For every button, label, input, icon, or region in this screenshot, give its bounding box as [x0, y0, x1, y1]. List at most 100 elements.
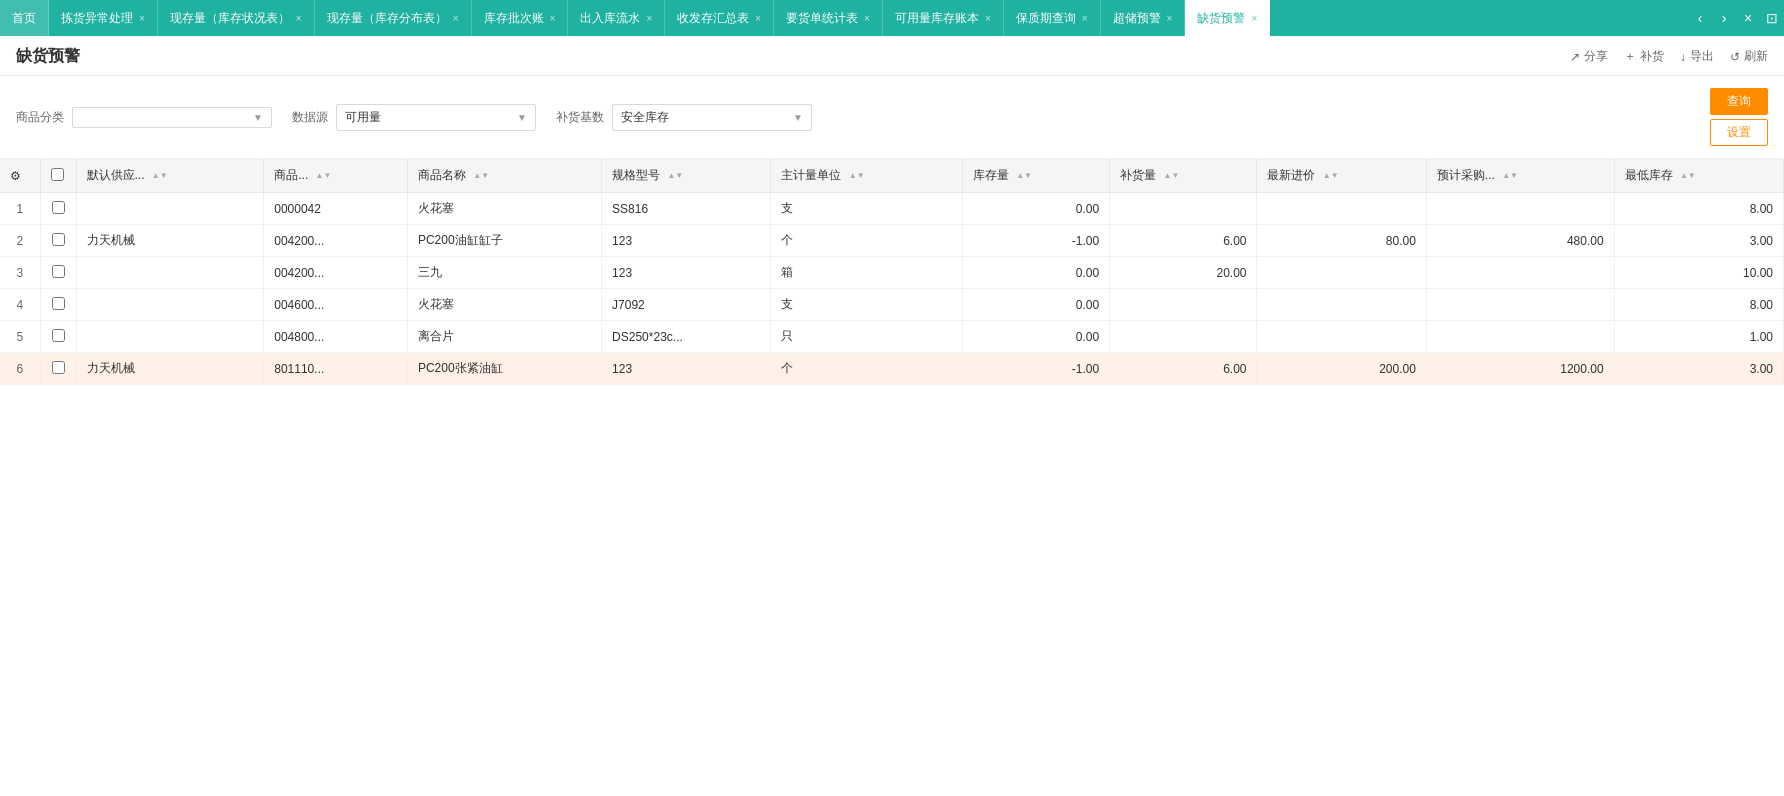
table-container: ⚙ 默认供应... ▲▼ 商品... ▲▼ 商品名称 [0, 159, 1784, 385]
tab-home[interactable]: 首页 [0, 0, 49, 36]
col-spec: 规格型号 ▲▼ [602, 159, 771, 193]
export-btn[interactable]: ↓ 导出 [1680, 48, 1714, 65]
tab-inventory-dist-close[interactable]: × [453, 13, 459, 24]
sort-icon-replenish-qty[interactable]: ▲▼ [1164, 171, 1180, 180]
row-latest-price-4 [1257, 321, 1426, 353]
row-check-input-5[interactable] [52, 361, 65, 374]
tab-bar: 首页 拣货异常处理 × 现存量（库存状况表） × 现存量（库存分布表） × 库存… [0, 0, 1784, 36]
share-btn[interactable]: ↗ 分享 [1570, 48, 1608, 65]
sort-icon-stock-qty[interactable]: ▲▼ [1016, 171, 1032, 180]
tab-overstock-label: 超储预警 [1113, 10, 1161, 27]
tab-expiry-query-label: 保质期查询 [1016, 10, 1076, 27]
tab-stock-anomaly-label: 拣货异常处理 [61, 10, 133, 27]
share-icon: ↗ [1570, 50, 1580, 64]
row-num-2: 3 [0, 257, 40, 289]
row-spec-4: DS250*23c... [602, 321, 771, 353]
col-product-code-label: 商品... [274, 168, 308, 182]
main-content: 缺货预警 ↗ 分享 ＋ 补货 ↓ 导出 ↺ 刷新 商品分类 [0, 36, 1784, 796]
sort-icon-unit[interactable]: ▲▼ [849, 171, 865, 180]
row-stock-qty-5: -1.00 [962, 353, 1109, 385]
tab-inventory-status-close[interactable]: × [296, 13, 302, 24]
datasource-select[interactable]: 可用量 ▼ [336, 104, 536, 131]
replenish-btn[interactable]: ＋ 补货 [1624, 48, 1664, 65]
tab-requisition-stat-close[interactable]: × [864, 13, 870, 24]
tab-maximize-btn[interactable]: ⊡ [1760, 10, 1784, 26]
tab-shortage-close[interactable]: × [1251, 13, 1257, 24]
tab-overstock[interactable]: 超储预警 × [1101, 0, 1186, 36]
row-spec-5: 123 [602, 353, 771, 385]
row-replenish-qty-3 [1110, 289, 1257, 321]
row-checkbox-1[interactable] [40, 225, 76, 257]
row-checkbox-2[interactable] [40, 257, 76, 289]
tab-requisition-stat-label: 要货单统计表 [786, 10, 858, 27]
category-select[interactable]: ▼ [72, 107, 272, 128]
row-unit-2: 箱 [771, 257, 962, 289]
query-button[interactable]: 查询 [1710, 88, 1768, 115]
tab-prev-btn[interactable]: ‹ [1688, 10, 1712, 26]
tab-batch-account-close[interactable]: × [550, 13, 556, 24]
row-replenish-qty-2: 20.00 [1110, 257, 1257, 289]
row-unit-1: 个 [771, 225, 962, 257]
row-spec-0: SS816 [602, 193, 771, 225]
col-spec-label: 规格型号 [612, 168, 660, 182]
sort-icon-product-code[interactable]: ▲▼ [316, 171, 332, 180]
tab-available-ledger[interactable]: 可用量库存账本 × [883, 0, 1004, 36]
filter-actions: 查询 设置 [1710, 88, 1768, 146]
sort-icon-default-supplier[interactable]: ▲▼ [152, 171, 168, 180]
col-est-purchase: 预计采购... ▲▼ [1426, 159, 1614, 193]
tab-inventory-status[interactable]: 现存量（库存状况表） × [158, 0, 315, 36]
col-unit: 主计量单位 ▲▼ [771, 159, 962, 193]
tab-inout-flow[interactable]: 出入库流水 × [568, 0, 665, 36]
tab-shortage[interactable]: 缺货预警 × [1185, 0, 1270, 36]
row-checkbox-0[interactable] [40, 193, 76, 225]
tab-batch-account[interactable]: 库存批次账 × [472, 0, 569, 36]
settings-button[interactable]: 设置 [1710, 119, 1768, 146]
sort-icon-min-stock[interactable]: ▲▼ [1680, 171, 1696, 180]
tab-overstock-close[interactable]: × [1167, 13, 1173, 24]
row-checkbox-4[interactable] [40, 321, 76, 353]
page-header: 缺货预警 ↗ 分享 ＋ 补货 ↓ 导出 ↺ 刷新 [0, 36, 1784, 76]
tab-inventory-dist[interactable]: 现存量（库存分布表） × [315, 0, 472, 36]
row-num-0: 1 [0, 193, 40, 225]
select-all-checkbox[interactable] [51, 168, 64, 181]
sort-icon-latest-price[interactable]: ▲▼ [1323, 171, 1339, 180]
row-est-purchase-0 [1426, 193, 1614, 225]
row-product-name-0: 火花塞 [407, 193, 601, 225]
tab-close-others-btn[interactable]: × [1736, 10, 1760, 26]
row-checkbox-5[interactable] [40, 353, 76, 385]
row-num-5: 6 [0, 353, 40, 385]
row-check-input-0[interactable] [52, 201, 65, 214]
tab-receipt-summary[interactable]: 收发存汇总表 × [665, 0, 774, 36]
category-select-arrow: ▼ [253, 112, 263, 123]
row-check-input-1[interactable] [52, 233, 65, 246]
sort-icon-est-purchase[interactable]: ▲▼ [1502, 171, 1518, 180]
table-row: 4 004600... 火花塞 J7092 支 0.00 8.00 [0, 289, 1784, 321]
tab-next-btn[interactable]: › [1712, 10, 1736, 26]
row-check-input-4[interactable] [52, 329, 65, 342]
row-checkbox-3[interactable] [40, 289, 76, 321]
export-label: 导出 [1690, 48, 1714, 65]
tab-receipt-summary-close[interactable]: × [755, 13, 761, 24]
tab-stock-anomaly-close[interactable]: × [139, 13, 145, 24]
tab-stock-anomaly[interactable]: 拣货异常处理 × [49, 0, 158, 36]
refresh-btn[interactable]: ↺ 刷新 [1730, 48, 1768, 65]
page-title: 缺货预警 [16, 46, 80, 67]
row-check-input-3[interactable] [52, 297, 65, 310]
tab-expiry-query-close[interactable]: × [1082, 13, 1088, 24]
tab-nav-buttons: ‹ › × ⊡ [1688, 10, 1784, 26]
tab-available-ledger-close[interactable]: × [985, 13, 991, 24]
col-unit-label: 主计量单位 [781, 168, 841, 182]
tab-batch-account-label: 库存批次账 [484, 10, 544, 27]
tab-inout-flow-close[interactable]: × [646, 13, 652, 24]
replenish-basis-select[interactable]: 安全库存 ▼ [612, 104, 812, 131]
row-latest-price-5: 200.00 [1257, 353, 1426, 385]
tab-inout-flow-label: 出入库流水 [580, 10, 640, 27]
gear-icon[interactable]: ⚙ [10, 169, 21, 183]
tab-requisition-stat[interactable]: 要货单统计表 × [774, 0, 883, 36]
sort-icon-product-name[interactable]: ▲▼ [473, 171, 489, 180]
row-check-input-2[interactable] [52, 265, 65, 278]
row-product-name-4: 离合片 [407, 321, 601, 353]
sort-icon-spec[interactable]: ▲▼ [667, 171, 683, 180]
tab-expiry-query[interactable]: 保质期查询 × [1004, 0, 1101, 36]
row-unit-4: 只 [771, 321, 962, 353]
